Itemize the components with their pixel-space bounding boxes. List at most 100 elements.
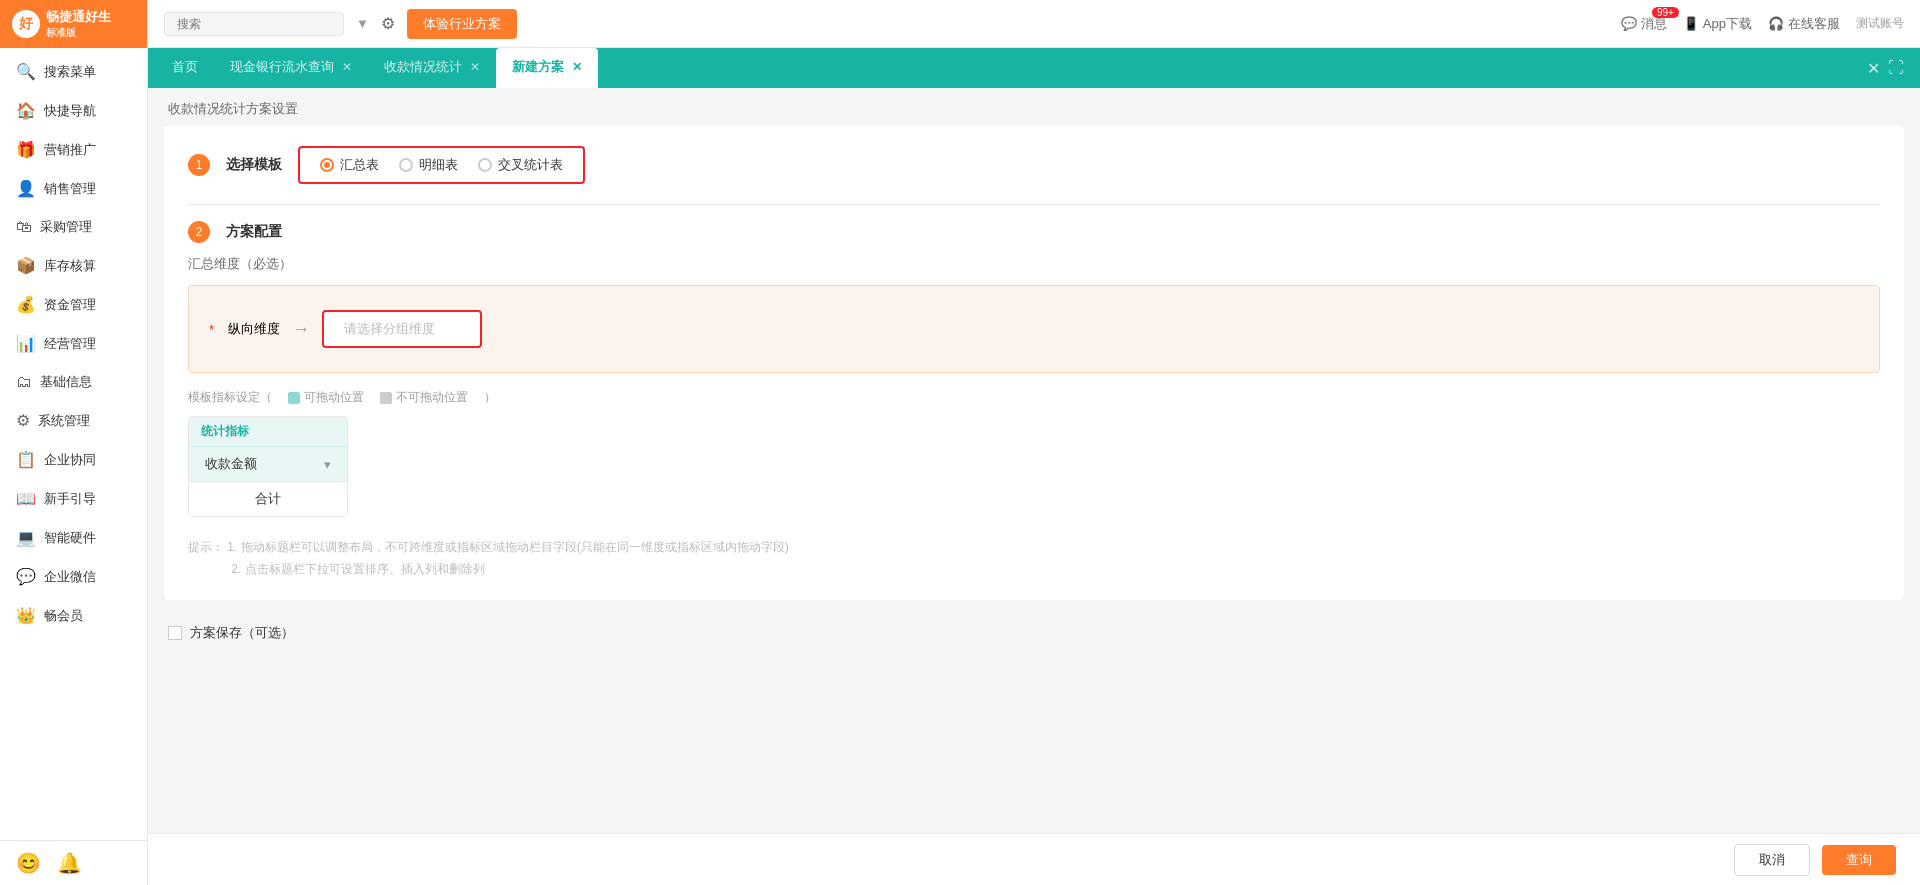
- arrow-icon: →: [292, 319, 310, 340]
- home-icon: 🏠: [16, 101, 36, 120]
- search-input[interactable]: [164, 12, 344, 36]
- sidebar-nav: 🔍 搜索菜单 🏠 快捷导航 🎁 营销推广 👤 销售管理 🛍 采购管理 📦 库存核…: [0, 48, 147, 840]
- tip1-text: 1. 拖动标题栏可以调整布局，不可跨维度或指标区域拖动栏目字段(只能在同一维度或…: [227, 540, 788, 554]
- dimension-select[interactable]: 请选择分组维度: [322, 310, 482, 348]
- sidebar-item-label: 新手引导: [44, 490, 96, 508]
- step2-row: 2 方案配置: [188, 221, 1880, 243]
- tab-bank-close[interactable]: ✕: [342, 60, 352, 74]
- sidebar-item-guide[interactable]: 📖 新手引导: [0, 479, 147, 518]
- sidebar-item-marketing[interactable]: 🎁 营销推广: [0, 130, 147, 169]
- industry-btn[interactable]: 体验行业方案: [407, 9, 517, 39]
- sidebar-item-label: 快捷导航: [44, 102, 96, 120]
- online-service-btn[interactable]: 🎧 在线客服: [1768, 15, 1840, 33]
- logo-sub: 标准版: [46, 26, 111, 40]
- tab-bank-label: 现金银行流水查询: [230, 58, 334, 76]
- money-icon: 💰: [16, 295, 36, 314]
- sidebar-item-label: 库存核算: [44, 257, 96, 275]
- computer-icon: 💻: [16, 528, 36, 547]
- tip-title: 提示： 1. 拖动标题栏可以调整布局，不可跨维度或指标区域拖动栏目字段(只能在同…: [188, 537, 1880, 559]
- step2-label: 方案配置: [226, 223, 282, 241]
- dropdown-arrow-icon[interactable]: ▼: [356, 16, 369, 31]
- legend-fixed: 不可拖动位置: [380, 389, 468, 406]
- sidebar-item-basic-info[interactable]: 🗂 基础信息: [0, 363, 147, 401]
- radio-summary-label: 汇总表: [340, 156, 379, 174]
- cancel-button[interactable]: 取消: [1734, 844, 1810, 876]
- tip2-row: 2. 点击标题栏下拉可设置排序、插入列和删除列: [188, 559, 1880, 581]
- tab-bank[interactable]: 现金银行流水查询 ✕: [214, 48, 368, 88]
- step1-badge: 1: [188, 154, 210, 176]
- radio-detail[interactable]: 明细表: [399, 156, 458, 174]
- metrics-row-cell: 合计: [189, 482, 347, 516]
- fixed-label: 不可拖动位置: [396, 389, 468, 406]
- breadcrumb: 收款情况统计方案设置: [148, 88, 1920, 126]
- dimension-title: 汇总维度（必选）: [188, 255, 1880, 273]
- sidebar-item-funds[interactable]: 💰 资金管理: [0, 285, 147, 324]
- content: 收款情况统计方案设置 1 选择模板 汇总表 明细表: [148, 88, 1920, 833]
- search-menu-icon: 🔍: [16, 62, 36, 81]
- minimize-icon[interactable]: ✕: [1867, 59, 1880, 78]
- sidebar-item-quick-nav[interactable]: 🏠 快捷导航: [0, 91, 147, 130]
- logo-icon: 好: [12, 10, 40, 38]
- tab-collection[interactable]: 收款情况统计 ✕: [368, 48, 496, 88]
- sidebar-item-operations[interactable]: 📊 经营管理: [0, 324, 147, 363]
- box-icon: 📦: [16, 256, 36, 275]
- gift-icon: 🎁: [16, 140, 36, 159]
- service-icon: 🎧: [1768, 16, 1784, 31]
- save-plan-checkbox[interactable]: [168, 626, 182, 640]
- settings-icon[interactable]: ⚙: [381, 14, 395, 33]
- download-label: App下载: [1703, 15, 1752, 33]
- sidebar-item-purchase[interactable]: 🛍 采购管理: [0, 208, 147, 246]
- window-controls: ✕ ⛶: [1859, 48, 1912, 88]
- sidebar-item-label: 搜索菜单: [44, 63, 96, 81]
- save-plan-label: 方案保存（可选）: [190, 624, 294, 642]
- crown-icon: 👑: [16, 606, 36, 625]
- metrics-col-header[interactable]: 收款金额 ▾: [189, 447, 347, 482]
- radio-summary[interactable]: 汇总表: [320, 156, 379, 174]
- gear-icon: ⚙: [16, 411, 30, 430]
- radio-cross-label: 交叉统计表: [498, 156, 563, 174]
- main-card: 1 选择模板 汇总表 明细表 交叉统计表: [164, 126, 1904, 600]
- sidebar-item-sales[interactable]: 👤 销售管理: [0, 169, 147, 208]
- chat-icon: 💬: [16, 567, 36, 586]
- tab-new-plan-close[interactable]: ✕: [572, 60, 582, 74]
- sidebar-footer-icon1[interactable]: 😊: [16, 851, 41, 875]
- tab-collection-label: 收款情况统计: [384, 58, 462, 76]
- sidebar-item-system[interactable]: ⚙ 系统管理: [0, 401, 147, 440]
- sidebar-item-label: 销售管理: [44, 180, 96, 198]
- metrics-group-label: 统计指标: [201, 424, 249, 438]
- sidebar-item-wechat[interactable]: 💬 企业微信: [0, 557, 147, 596]
- sidebar-item-label: 畅会员: [44, 607, 83, 625]
- required-mark: *: [209, 322, 214, 337]
- vertical-label: 纵向维度: [228, 320, 280, 338]
- sidebar-item-search-menu[interactable]: 🔍 搜索菜单: [0, 52, 147, 91]
- notif-badge: 99+: [1652, 7, 1679, 18]
- sidebar-item-enterprise[interactable]: 📋 企业协同: [0, 440, 147, 479]
- sidebar-footer: 😊 🔔: [0, 840, 147, 885]
- maximize-icon[interactable]: ⛶: [1888, 59, 1904, 77]
- app-download-btn[interactable]: 📱 App下载: [1683, 15, 1752, 33]
- bag-icon: 🛍: [16, 218, 32, 236]
- sidebar-item-hardware[interactable]: 💻 智能硬件: [0, 518, 147, 557]
- step2-badge: 2: [188, 221, 210, 243]
- fixed-dot: [380, 392, 392, 404]
- radio-cross[interactable]: 交叉统计表: [478, 156, 563, 174]
- sidebar-logo: 好 畅捷通好生 标准版: [0, 0, 147, 48]
- main: ▼ ⚙ 体验行业方案 💬 消息 99+ 📱 App下载 🎧 在线客服 测试账号 …: [148, 0, 1920, 885]
- metrics-section: 模板指标设定（ 可拖动位置 不可拖动位置 ）: [188, 389, 1880, 517]
- tab-new-plan[interactable]: 新建方案 ✕: [496, 48, 598, 88]
- notification-btn[interactable]: 💬 消息 99+: [1621, 15, 1667, 33]
- metrics-header-text: 模板指标设定（: [188, 389, 272, 406]
- service-label: 在线客服: [1788, 15, 1840, 33]
- sidebar-footer-icon2[interactable]: 🔔: [57, 851, 82, 875]
- tips-section: 提示： 1. 拖动标题栏可以调整布局，不可跨维度或指标区域拖动栏目字段(只能在同…: [188, 537, 1880, 580]
- tab-collection-close[interactable]: ✕: [470, 60, 480, 74]
- sidebar-item-member[interactable]: 👑 畅会员: [0, 596, 147, 635]
- query-button[interactable]: 查询: [1822, 845, 1896, 875]
- sidebar-item-inventory[interactable]: 📦 库存核算: [0, 246, 147, 285]
- chevron-down-icon[interactable]: ▾: [324, 457, 331, 472]
- tab-home-label: 首页: [172, 58, 198, 76]
- message-icon: 💬: [1621, 16, 1637, 31]
- book-icon: 📖: [16, 489, 36, 508]
- tab-home[interactable]: 首页: [156, 48, 214, 88]
- sidebar-item-label: 智能硬件: [44, 529, 96, 547]
